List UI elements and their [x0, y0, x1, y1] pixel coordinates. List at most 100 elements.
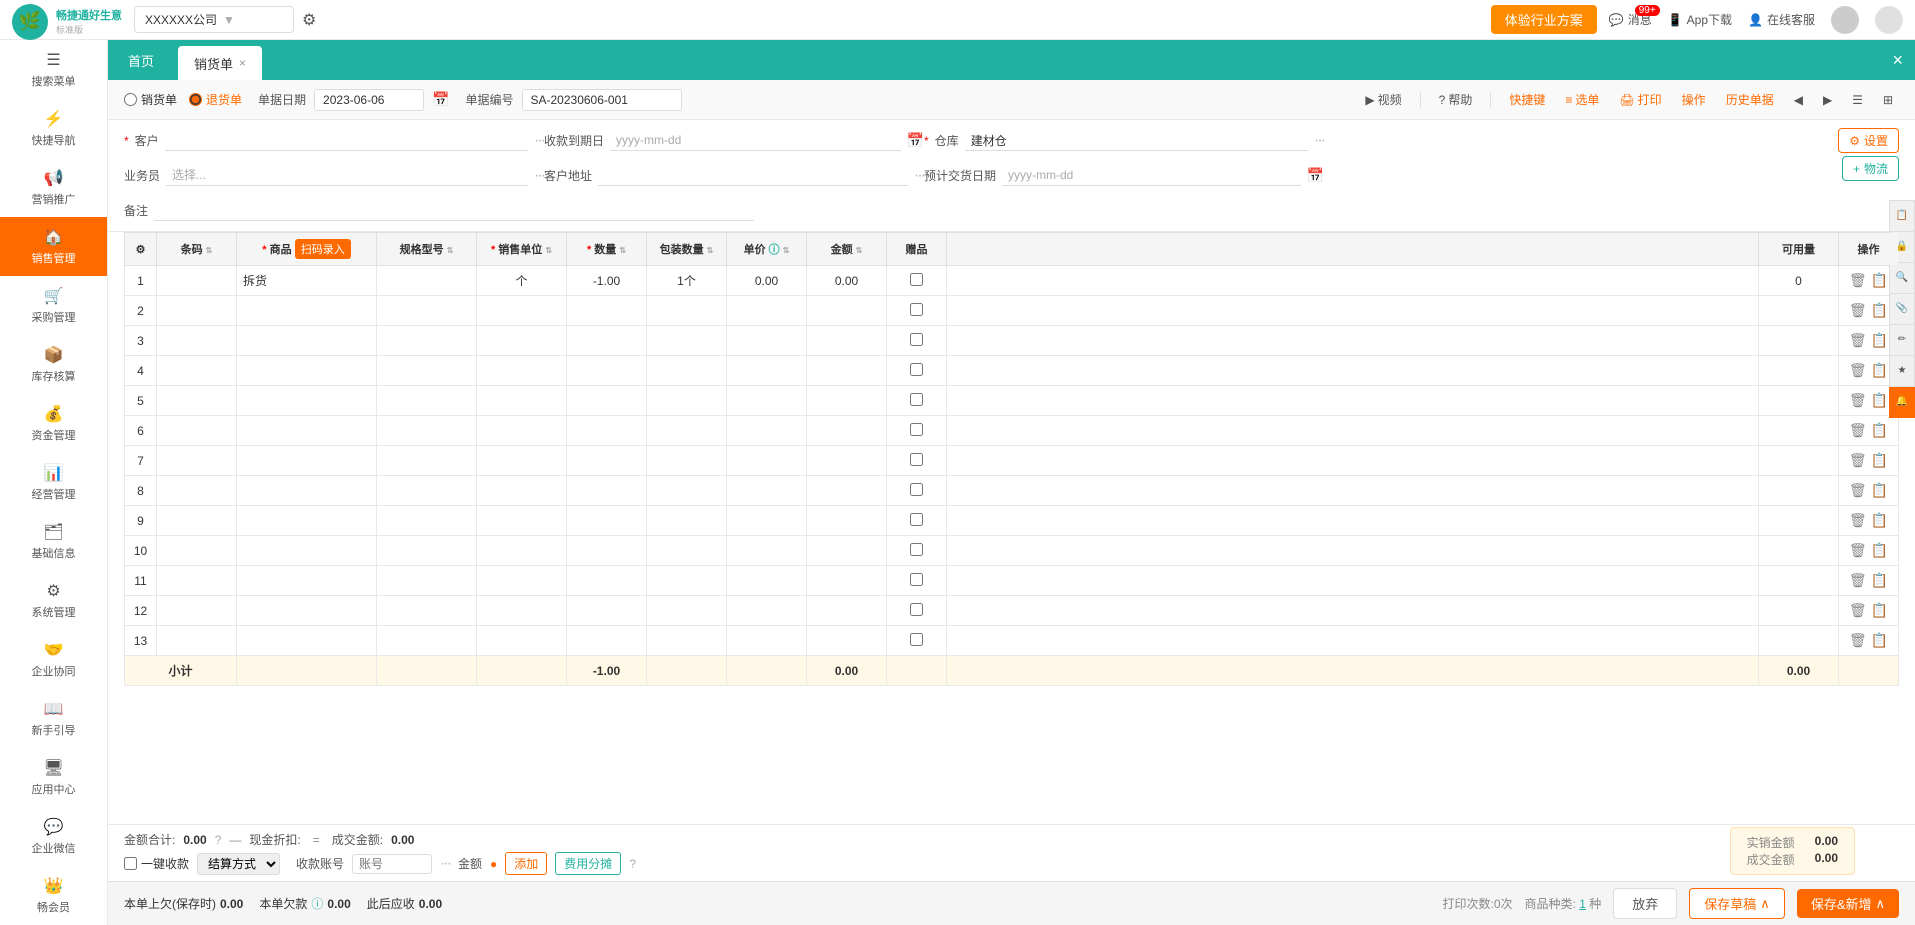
- row-qty[interactable]: [567, 356, 647, 386]
- calc-method-select[interactable]: 结算方式: [197, 853, 280, 875]
- row-unit[interactable]: [477, 356, 567, 386]
- shortcut-btn[interactable]: 快捷键: [1503, 88, 1551, 111]
- number-input[interactable]: [522, 89, 682, 111]
- row-unit[interactable]: [477, 386, 567, 416]
- copy-icon[interactable]: 📋: [1871, 392, 1888, 409]
- unit-sort-icon[interactable]: ⇅: [545, 246, 552, 255]
- user-avatar-2[interactable]: [1875, 6, 1903, 34]
- help-btn[interactable]: ? 帮助: [1433, 88, 1479, 111]
- row-pack-qty[interactable]: [647, 626, 727, 656]
- row-gift[interactable]: [887, 356, 947, 386]
- online-service-item[interactable]: 👤 在线客服: [1748, 11, 1815, 28]
- gift-checkbox[interactable]: [910, 273, 923, 286]
- warehouse-input[interactable]: [965, 130, 1308, 151]
- row-spec[interactable]: [377, 386, 477, 416]
- row-price[interactable]: 0.00: [727, 266, 807, 296]
- expense-help-icon[interactable]: ?: [629, 857, 636, 871]
- customer-addr-input[interactable]: [598, 165, 908, 186]
- right-float-attach[interactable]: 📎: [1889, 294, 1915, 325]
- row-qty[interactable]: [567, 386, 647, 416]
- row-gift[interactable]: [887, 476, 947, 506]
- scan-button[interactable]: 扫码录入: [295, 239, 351, 259]
- delete-icon[interactable]: 🗑: [1849, 422, 1867, 439]
- row-gift[interactable]: [887, 416, 947, 446]
- row-pack-qty[interactable]: [647, 356, 727, 386]
- row-spec[interactable]: [377, 416, 477, 446]
- row-product[interactable]: [237, 506, 377, 536]
- row-qty[interactable]: [567, 506, 647, 536]
- row-pack-qty[interactable]: [647, 476, 727, 506]
- expected-date-input[interactable]: [1002, 165, 1301, 186]
- copy-icon[interactable]: 📋: [1871, 452, 1888, 469]
- row-price[interactable]: [727, 356, 807, 386]
- gift-checkbox[interactable]: [910, 393, 923, 406]
- row-amount[interactable]: [807, 446, 887, 476]
- sales-order-radio[interactable]: 销货单: [124, 91, 177, 108]
- row-gift[interactable]: [887, 386, 947, 416]
- row-spec[interactable]: [377, 536, 477, 566]
- row-barcode[interactable]: [157, 596, 237, 626]
- gift-checkbox[interactable]: [910, 453, 923, 466]
- row-product[interactable]: [237, 566, 377, 596]
- save-new-button[interactable]: 保存&新增 ∧: [1797, 889, 1899, 918]
- barcode-input[interactable]: [161, 426, 232, 438]
- copy-icon[interactable]: 📋: [1871, 422, 1888, 439]
- next-btn[interactable]: ▶: [1817, 90, 1838, 110]
- sidebar-item-wechat[interactable]: 💬 企业微信: [0, 807, 107, 866]
- right-float-star[interactable]: ★: [1889, 356, 1915, 387]
- customer-addr-dots-icon[interactable]: ···: [914, 167, 924, 185]
- sidebar-item-member[interactable]: 👑 畅会员: [0, 866, 107, 925]
- settings-gear-icon[interactable]: ⚙: [302, 10, 316, 30]
- row-spec[interactable]: [377, 266, 477, 296]
- gift-checkbox[interactable]: [910, 333, 923, 346]
- row-pack-qty[interactable]: [647, 506, 727, 536]
- copy-icon[interactable]: 📋: [1871, 362, 1888, 379]
- grid-view-btn[interactable]: ⊞: [1877, 90, 1899, 110]
- one-click-payment-checkbox[interactable]: 一键收款: [124, 855, 189, 872]
- return-order-radio[interactable]: 退货单: [189, 91, 242, 108]
- select-btn[interactable]: ≡ 选单: [1559, 88, 1605, 111]
- row-qty[interactable]: [567, 566, 647, 596]
- sidebar-item-purchase[interactable]: 🛒 采购管理: [0, 276, 107, 335]
- th-gear[interactable]: ⚙: [125, 233, 157, 266]
- sidebar-item-operation[interactable]: 📊 经营管理: [0, 453, 107, 512]
- row-amount[interactable]: [807, 386, 887, 416]
- sidebar-item-finance[interactable]: 💰 资金管理: [0, 394, 107, 453]
- question-icon[interactable]: ?: [215, 833, 222, 847]
- delete-icon[interactable]: 🗑: [1849, 272, 1867, 289]
- delete-icon[interactable]: 🗑: [1849, 482, 1867, 499]
- gift-checkbox[interactable]: [910, 483, 923, 496]
- sidebar-item-basic[interactable]: 🗂 基础信息: [0, 512, 107, 571]
- row-pack-qty[interactable]: [647, 596, 727, 626]
- barcode-input[interactable]: [161, 276, 232, 288]
- row-amount[interactable]: 0.00: [807, 266, 887, 296]
- row-price[interactable]: [727, 626, 807, 656]
- row-barcode[interactable]: [157, 446, 237, 476]
- account-dots-icon[interactable]: ···: [440, 855, 450, 873]
- spec-sort-icon[interactable]: ⇅: [447, 246, 454, 255]
- sidebar-item-enterprise[interactable]: 🤝 企业协同: [0, 630, 107, 689]
- sidebar-item-inventory[interactable]: 📦 库存核算: [0, 335, 107, 394]
- row-product[interactable]: [237, 476, 377, 506]
- row-unit[interactable]: 个: [477, 266, 567, 296]
- row-gift[interactable]: [887, 296, 947, 326]
- barcode-input[interactable]: [161, 486, 232, 498]
- expected-date-calendar-icon[interactable]: 📅: [1307, 167, 1324, 184]
- copy-icon[interactable]: 📋: [1871, 332, 1888, 349]
- row-spec[interactable]: [377, 566, 477, 596]
- row-qty[interactable]: [567, 476, 647, 506]
- salesman-input[interactable]: [166, 165, 528, 186]
- row-spec[interactable]: [377, 506, 477, 536]
- sidebar-item-sales[interactable]: 🏠 销售管理: [0, 217, 107, 276]
- delete-icon[interactable]: 🗑: [1849, 302, 1867, 319]
- user-avatar[interactable]: [1831, 6, 1859, 34]
- barcode-input[interactable]: [161, 306, 232, 318]
- customer-input[interactable]: [165, 130, 528, 151]
- sidebar-item-search[interactable]: ☰ 搜索菜单: [0, 40, 107, 99]
- row-amount[interactable]: [807, 506, 887, 536]
- gift-checkbox[interactable]: [910, 603, 923, 616]
- delete-icon[interactable]: 🗑: [1849, 632, 1867, 649]
- copy-icon[interactable]: 📋: [1871, 512, 1888, 529]
- sidebar-item-apps[interactable]: 🖥 应用中心: [0, 748, 107, 807]
- row-unit[interactable]: [477, 326, 567, 356]
